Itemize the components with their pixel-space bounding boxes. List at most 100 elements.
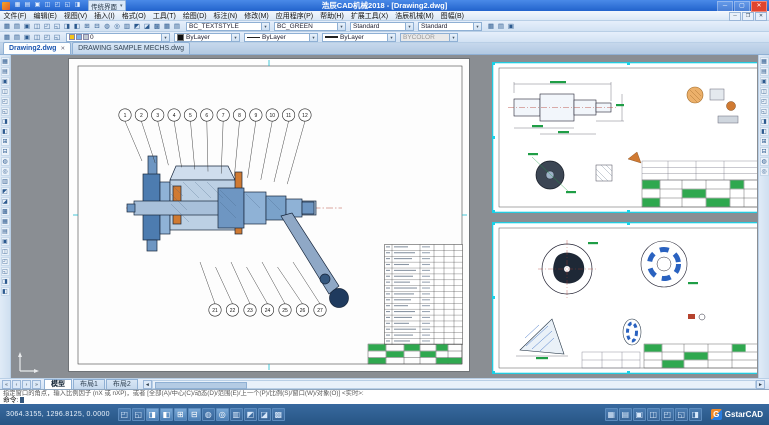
leader-icon[interactable]: ◪ bbox=[1, 197, 10, 206]
annotation-autoscale-icon[interactable]: ▣ bbox=[633, 408, 646, 421]
layer-previous-icon[interactable]: ◱ bbox=[52, 33, 62, 42]
mdi-minimize-button[interactable]: ─ bbox=[729, 12, 741, 21]
model-space-icon[interactable]: ▦ bbox=[605, 408, 618, 421]
close-tab-icon[interactable]: ✕ bbox=[60, 46, 65, 52]
command-window[interactable]: 指定窗口的角点，输入比例因子 (nX 或 nXP)，或者 [全部(A)/中心(C… bbox=[0, 389, 769, 404]
named-views-icon[interactable]: ◎ bbox=[760, 167, 769, 176]
save-icon[interactable]: ▣ bbox=[22, 22, 32, 31]
text-style-manager-icon[interactable]: ▦ bbox=[486, 22, 496, 31]
hatch-icon[interactable]: ⊟ bbox=[1, 147, 10, 156]
erase-icon[interactable]: ◧ bbox=[1, 287, 10, 296]
menu-绘图D[interactable]: 绘图(D) bbox=[179, 11, 210, 21]
document-tab[interactable]: Drawing2.dwg✕ bbox=[3, 42, 71, 54]
drawing-canvas[interactable]: 123456789101112 21222324252627 bbox=[11, 55, 757, 378]
tab-nav-prev-button[interactable]: ‹ bbox=[12, 380, 21, 389]
properties-icon[interactable]: ▦ bbox=[162, 22, 172, 31]
status-toggle-osnap[interactable]: ⊞ bbox=[174, 408, 187, 421]
document-tab[interactable]: DRAWING SAMPLE MECHS.dwg bbox=[72, 42, 190, 54]
zoom-scale-icon[interactable]: ▣ bbox=[760, 77, 769, 86]
lineweight-select[interactable]: ByLayer ▾ bbox=[322, 33, 396, 42]
zoom-center-icon[interactable]: ◫ bbox=[760, 87, 769, 96]
status-toggle-ortho[interactable]: ◨ bbox=[146, 408, 159, 421]
circle-icon[interactable]: ◫ bbox=[1, 87, 10, 96]
open-icon[interactable]: ▤ bbox=[12, 22, 22, 31]
zoom-out-icon[interactable]: ◱ bbox=[760, 107, 769, 116]
minimize-button[interactable]: ─ bbox=[717, 1, 733, 12]
menu-修改M[interactable]: 修改(M) bbox=[241, 11, 273, 21]
update-dimension-icon[interactable]: ▣ bbox=[506, 22, 516, 31]
design-center-icon[interactable]: ▤ bbox=[172, 22, 182, 31]
tab-nav-first-button[interactable]: « bbox=[2, 380, 11, 389]
menu-扩展工具X[interactable]: 扩展工具(X) bbox=[347, 11, 391, 21]
select-icon[interactable]: ▦ bbox=[1, 57, 10, 66]
scroll-right-icon[interactable]: ► bbox=[756, 380, 765, 389]
mirror-icon[interactable]: ▣ bbox=[1, 237, 10, 246]
zoom-in-icon[interactable]: ◰ bbox=[760, 97, 769, 106]
detail-sheet-top[interactable] bbox=[492, 62, 757, 213]
zoom-previous-icon[interactable]: ▩ bbox=[152, 22, 162, 31]
menu-格式O[interactable]: 格式(O) bbox=[118, 11, 149, 21]
layer-freeze-icon[interactable]: ◰ bbox=[42, 33, 52, 42]
redo-icon[interactable]: ◎ bbox=[112, 22, 122, 31]
horizontal-scrollbar[interactable]: ◄ ► bbox=[143, 380, 765, 389]
paste-icon[interactable]: ⊞ bbox=[82, 22, 92, 31]
zoom-all-icon[interactable]: ◨ bbox=[760, 117, 769, 126]
scroll-left-icon[interactable]: ◄ bbox=[143, 380, 152, 389]
open-icon[interactable]: ▤ bbox=[23, 1, 32, 10]
pan-realtime-icon[interactable]: ▥ bbox=[122, 22, 132, 31]
polyline-icon[interactable]: ▣ bbox=[1, 77, 10, 86]
print-preview-icon[interactable]: ◰ bbox=[42, 22, 52, 31]
save-icon[interactable]: ▣ bbox=[33, 1, 42, 10]
scrollbar-track[interactable] bbox=[152, 380, 756, 389]
status-toggle-polar[interactable]: ◧ bbox=[160, 408, 173, 421]
block-icon[interactable]: ▥ bbox=[1, 177, 10, 186]
regen-icon[interactable]: ◍ bbox=[760, 157, 769, 166]
status-toggle-ducs[interactable]: ◍ bbox=[202, 408, 215, 421]
annotation-visibility-icon[interactable]: ▤ bbox=[619, 408, 632, 421]
lock-ui-icon[interactable]: ◱ bbox=[675, 408, 688, 421]
fillet-icon[interactable]: ◨ bbox=[1, 277, 10, 286]
layout-tab-布局1[interactable]: 布局1 bbox=[73, 379, 105, 390]
offset-icon[interactable]: ◫ bbox=[1, 247, 10, 256]
dim-style-manager-icon[interactable]: ▤ bbox=[496, 22, 506, 31]
menu-图幅B[interactable]: 图幅(B) bbox=[437, 11, 467, 21]
new-icon[interactable]: ▦ bbox=[13, 1, 22, 10]
close-button[interactable]: ✕ bbox=[751, 1, 767, 12]
tab-nav-last-button[interactable]: » bbox=[32, 380, 41, 389]
menu-编辑E[interactable]: 编辑(E) bbox=[30, 11, 60, 21]
app-logo-icon[interactable] bbox=[2, 2, 10, 10]
dim-style-select[interactable]: BC_GREEN ▾ bbox=[274, 22, 346, 31]
zoom-extents-icon[interactable]: ◧ bbox=[760, 127, 769, 136]
main-drawing-sheet[interactable]: 123456789101112 21222324252627 bbox=[68, 58, 470, 372]
layer-isolate-icon[interactable]: ▣ bbox=[22, 33, 32, 42]
pan-icon[interactable]: ⊞ bbox=[760, 137, 769, 146]
rotate-icon[interactable]: ▤ bbox=[1, 227, 10, 236]
status-toggle-dyn[interactable]: ◎ bbox=[216, 408, 229, 421]
undo-icon[interactable]: ◱ bbox=[63, 1, 72, 10]
zoom-window-icon[interactable]: ▦ bbox=[760, 57, 769, 66]
menu-帮助H[interactable]: 帮助(H) bbox=[317, 11, 348, 21]
trim-icon[interactable]: ◱ bbox=[1, 267, 10, 276]
menu-应用程序P[interactable]: 应用程序(P) bbox=[272, 11, 316, 21]
mdi-close-button[interactable]: ✕ bbox=[755, 12, 767, 21]
layer-states-icon[interactable]: ▤ bbox=[12, 33, 22, 42]
status-toggle-lineweight[interactable]: ▥ bbox=[230, 408, 243, 421]
scrollbar-thumb[interactable] bbox=[155, 382, 247, 389]
status-toggle-grid[interactable]: ◱ bbox=[132, 408, 145, 421]
line-icon[interactable]: ▤ bbox=[1, 67, 10, 76]
table-style-select[interactable]: Standard ▾ bbox=[350, 22, 414, 31]
layout-tab-模型[interactable]: 模型 bbox=[44, 379, 72, 390]
layer-select[interactable]: 0 ▾ bbox=[66, 33, 170, 42]
workspace-select[interactable]: 传统界面 ▾ bbox=[88, 0, 126, 11]
text-icon[interactable]: ◍ bbox=[1, 157, 10, 166]
copy-icon[interactable]: ▦ bbox=[1, 217, 10, 226]
dimension-icon[interactable]: ◩ bbox=[1, 187, 10, 196]
array-icon[interactable]: ◰ bbox=[1, 257, 10, 266]
save-as-icon[interactable]: ◫ bbox=[43, 1, 52, 10]
match-properties-icon[interactable]: ⊟ bbox=[92, 22, 102, 31]
clean-screen-icon[interactable]: ◨ bbox=[689, 408, 702, 421]
menu-插入I[interactable]: 插入(I) bbox=[91, 11, 119, 21]
publish-icon[interactable]: ◱ bbox=[52, 22, 62, 31]
annotation-scale-icon[interactable]: ◫ bbox=[647, 408, 660, 421]
zoom-window-icon[interactable]: ◪ bbox=[142, 22, 152, 31]
